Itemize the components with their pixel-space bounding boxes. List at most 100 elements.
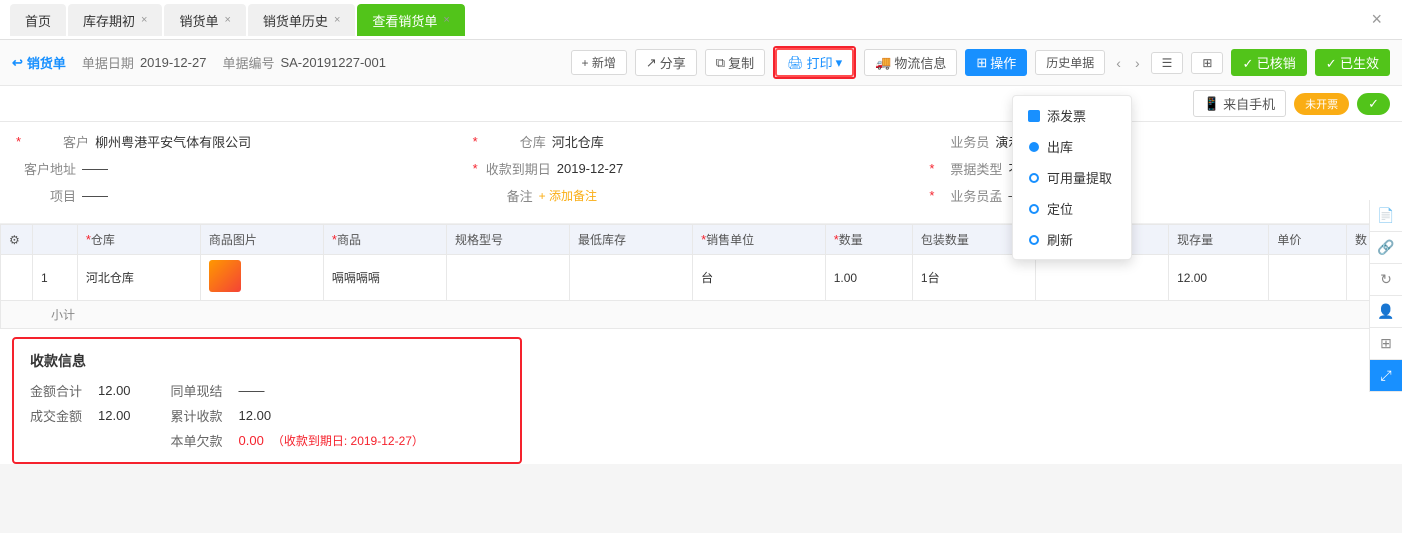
print-button-wrapper: 🖨 打印 ▾: [773, 46, 856, 79]
project-field: 项目 ——: [16, 186, 473, 205]
summary-rows: 金额合计 12.00 成交金额 12.00 同单现结 —— 累计收款: [30, 381, 504, 450]
tab-close-inventory[interactable]: ×: [141, 14, 147, 26]
grid-icon: ⊞: [976, 55, 987, 71]
print-icon: 🖨: [787, 55, 804, 71]
cell-settings: [1, 255, 33, 301]
form-title: ↩ 销货单: [12, 53, 66, 72]
not-open-button[interactable]: 未开票: [1294, 93, 1349, 115]
address-field: 客户地址 ——: [16, 159, 473, 178]
dropdown-add-invoice[interactable]: 添发票: [1013, 100, 1131, 131]
close-window-button[interactable]: ×: [1361, 9, 1392, 30]
tab-sales[interactable]: 销货单 ×: [164, 4, 245, 36]
form-row-2: 客户地址 —— * 收款到期日 2019-12-27 * 票据类型 不开票: [16, 159, 1386, 178]
logistics-icon: 🚚: [875, 55, 891, 71]
tab-sales-history[interactable]: 销货单历史 ×: [248, 4, 355, 36]
customer-field: * 客户 柳州粤港平安气体有限公司: [16, 132, 473, 151]
subtotal-label: 小计: [1, 301, 1402, 329]
cell-quantity: 1.00: [825, 255, 912, 301]
cell-available: [1035, 255, 1168, 301]
layout-grid-button[interactable]: ⊞: [1191, 52, 1223, 74]
right-icons-panel: 📄 🔗 ↻ 👤 ⊞ ⤢: [1369, 200, 1402, 392]
sales-order-icon: ↩: [12, 55, 23, 71]
toolbar-right: + 新增 ↗ 分享 ⧉ 复制 🖨 打印 ▾ 🚚: [571, 46, 1390, 79]
share-button[interactable]: ↗ 分享: [635, 49, 697, 76]
refresh-icon: [1027, 233, 1041, 247]
check-icon-cancelled: ✓: [1242, 56, 1253, 71]
col-warehouse: *仓库: [77, 225, 200, 255]
cell-min-stock: [570, 255, 693, 301]
cell-unit-price: [1269, 255, 1347, 301]
form-fields: * 客户 柳州粤港平安气体有限公司 * 仓库 河北仓库 业务员 演示账号 客户地…: [0, 122, 1402, 224]
new-button[interactable]: + 新增: [571, 50, 627, 75]
cell-product-img: [200, 255, 323, 301]
form-row-1: * 客户 柳州粤港平安气体有限公司 * 仓库 河北仓库 业务员 演示账号: [16, 132, 1386, 151]
dropdown-locate[interactable]: 定位: [1013, 193, 1131, 224]
logistics-button[interactable]: 🚚 物流信息: [864, 49, 957, 76]
col-unit-price: 单价: [1269, 225, 1347, 255]
dropdown-refresh[interactable]: 刷新: [1013, 224, 1131, 255]
history-button[interactable]: 历史单据: [1035, 50, 1105, 75]
cell-product: 嗝嗝嗝嗝: [323, 255, 446, 301]
total-received-item: 累计收款 12.00: [171, 406, 424, 425]
tab-home[interactable]: 首页: [10, 4, 66, 36]
employee-field: 业务员 演示账号: [929, 132, 1386, 151]
summary-title: 收款信息: [30, 351, 504, 371]
cell-pack-qty: 1台: [912, 255, 1035, 301]
summary-col-1: 金额合计 12.00 成交金额 12.00: [30, 381, 131, 450]
dropdown-outbound[interactable]: 出库: [1013, 131, 1131, 162]
nav-prev-button[interactable]: ‹: [1113, 55, 1124, 71]
same-order-item: 同单现结 ——: [171, 381, 424, 400]
dropdown-available-qty[interactable]: 可用量提取: [1013, 162, 1131, 193]
col-product-img: 商品图片: [200, 225, 323, 255]
tab-close-sales[interactable]: ×: [224, 14, 230, 26]
locate-icon: [1027, 202, 1041, 216]
form-header: ↩ 销货单 单据日期 2019-12-27 单据编号 SA-20191227-0…: [0, 40, 1402, 86]
right-icon-document[interactable]: 📄: [1370, 200, 1402, 232]
available-qty-icon: [1027, 171, 1041, 185]
table-area: ⚙ *仓库 商品图片 *商品 规格型号 最低库存 *销售单位 *数量 包装数量 …: [0, 224, 1402, 329]
check-button[interactable]: ✓: [1357, 93, 1390, 115]
from-phone-button[interactable]: 📱 来自手机: [1193, 90, 1286, 117]
right-icon-table[interactable]: ⊞: [1370, 328, 1402, 360]
col-unit: *销售单位: [693, 225, 826, 255]
print-dropdown-arrow: ▾: [836, 55, 843, 71]
right-icon-person[interactable]: 👤: [1370, 296, 1402, 328]
cell-current-stock: 12.00: [1169, 255, 1269, 301]
phone-icon: 📱: [1204, 96, 1220, 112]
col-num: [33, 225, 78, 255]
tab-bar: 首页 库存期初 × 销货单 × 销货单历史 × 查看销货单 × ×: [0, 0, 1402, 40]
share-icon: ↗: [646, 55, 657, 71]
right-icon-rotate[interactable]: ↻: [1370, 264, 1402, 296]
tab-inventory[interactable]: 库存期初 ×: [68, 4, 162, 36]
deal-amount-item: 成交金额 12.00: [30, 406, 131, 425]
col-spec: 规格型号: [446, 225, 569, 255]
product-image: [209, 260, 241, 292]
main-area: ↩ 销货单 单据日期 2019-12-27 单据编号 SA-20191227-0…: [0, 40, 1402, 464]
cancelled-button[interactable]: ✓ 已核销: [1231, 49, 1306, 76]
right-icon-expand[interactable]: ⤢: [1370, 360, 1402, 392]
form-toolbar2: 📱 来自手机 未开票 ✓: [0, 86, 1402, 122]
sales-rep-field: * 业务员孟 ——: [929, 186, 1386, 205]
layout-list-button[interactable]: ☰: [1151, 52, 1184, 74]
cell-spec: [446, 255, 569, 301]
operations-button[interactable]: ⊞ 操作: [965, 49, 1027, 76]
col-settings[interactable]: ⚙: [1, 225, 33, 255]
subtotal-row: 小计: [1, 301, 1402, 329]
copy-button[interactable]: ⧉ 复制: [705, 49, 765, 76]
warehouse-field: * 仓库 河北仓库: [473, 132, 930, 151]
ticket-type-field: * 票据类型 不开票: [929, 159, 1386, 178]
add-invoice-icon: [1027, 109, 1041, 123]
amount-total-item: 金额合计 12.00: [30, 381, 131, 400]
effective-button[interactable]: ✓ 已生效: [1315, 49, 1390, 76]
right-icon-link[interactable]: 🔗: [1370, 232, 1402, 264]
add-note-button[interactable]: + 添加备注: [539, 187, 597, 204]
print-button[interactable]: 🖨 打印 ▾: [775, 48, 854, 77]
tab-view-sales[interactable]: 查看销货单 ×: [357, 4, 464, 36]
nav-next-button[interactable]: ›: [1132, 55, 1143, 71]
check-icon-effective: ✓: [1326, 56, 1337, 71]
summary-panel: 收款信息 金额合计 12.00 成交金额 12.00 同单现结 ——: [12, 337, 522, 464]
payment-due-field: * 收款到期日 2019-12-27: [473, 159, 930, 178]
tab-close-view-sales[interactable]: ×: [443, 14, 449, 26]
outbound-icon: [1027, 140, 1041, 154]
tab-close-sales-history[interactable]: ×: [334, 14, 340, 26]
